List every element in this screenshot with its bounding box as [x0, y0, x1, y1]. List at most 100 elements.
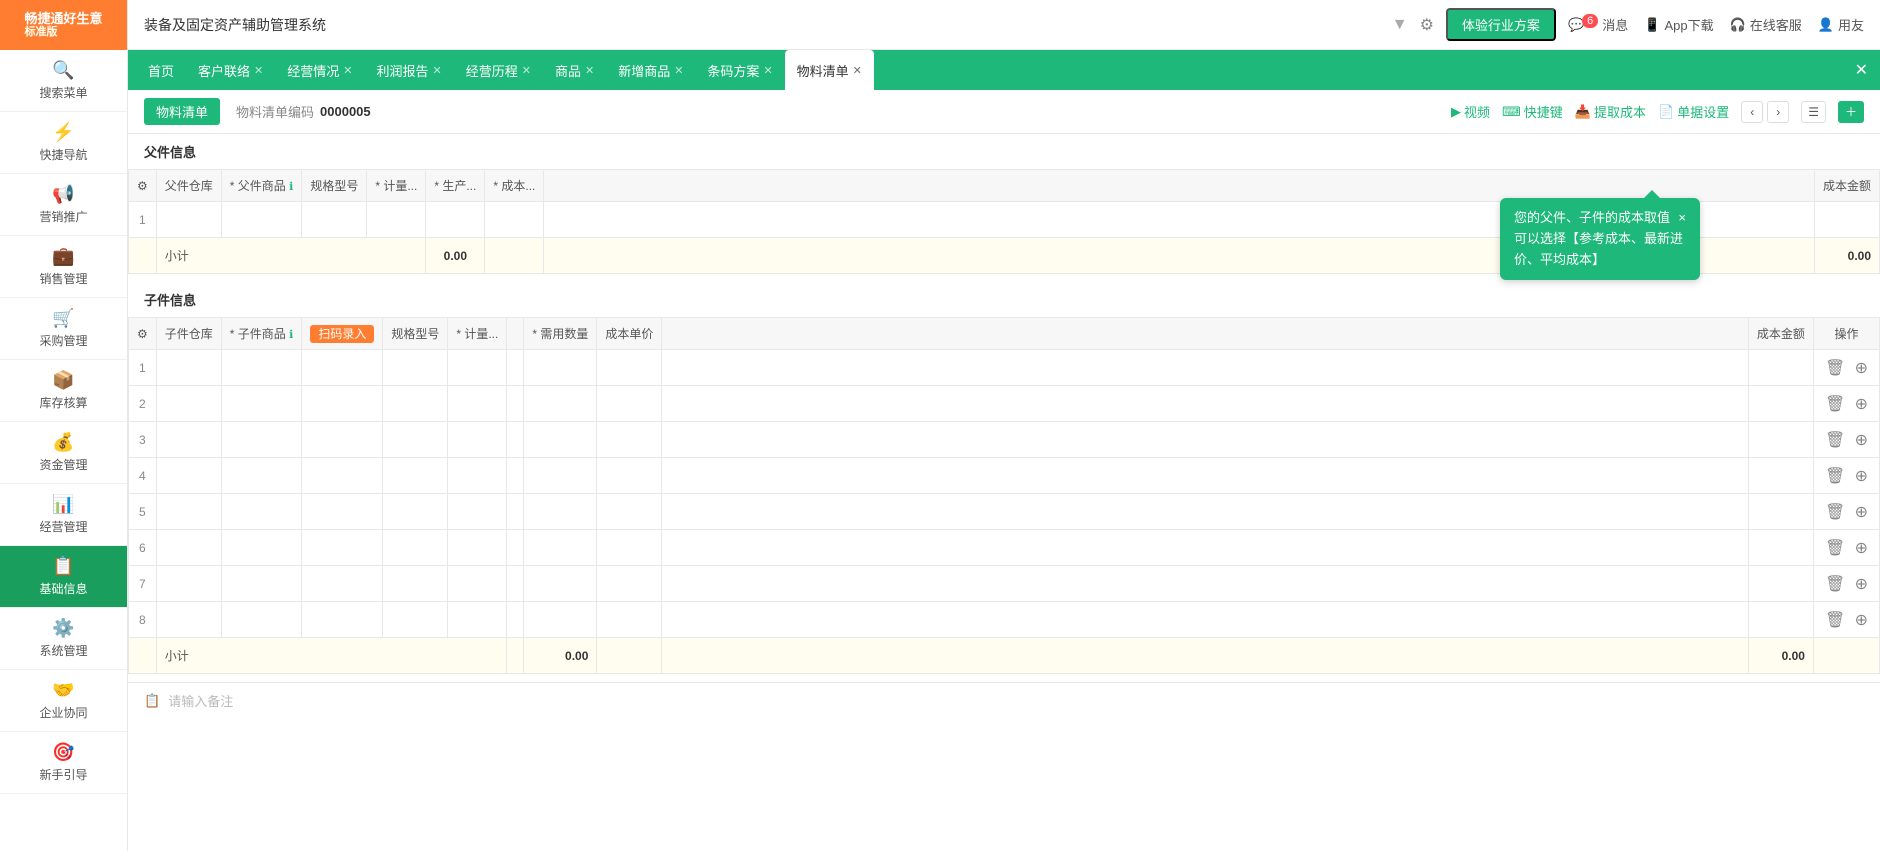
child-spec-cell[interactable] — [383, 422, 448, 458]
child-product-cell[interactable] — [221, 422, 302, 458]
child-unit-price-cell[interactable] — [597, 458, 662, 494]
tab-goods[interactable]: 商品 ✕ — [543, 50, 606, 90]
child-warehouse-cell[interactable] — [156, 386, 221, 422]
tab-history[interactable]: 经营历程 ✕ — [454, 50, 543, 90]
child-product-cell[interactable] — [221, 530, 302, 566]
copy-icon[interactable]: ⊕ — [1852, 468, 1871, 485]
child-warehouse-cell[interactable] — [156, 458, 221, 494]
sidebar-item-guide[interactable]: 🎯 新手引导 — [0, 732, 127, 794]
sidebar-item-sales[interactable]: 💼 销售管理 — [0, 236, 127, 298]
sidebar-item-collab[interactable]: 🤝 企业协同 — [0, 670, 127, 732]
child-warehouse-cell[interactable] — [156, 494, 221, 530]
delete-icon[interactable]: 🗑 — [1822, 540, 1848, 557]
note-hint[interactable]: 请输入备注 — [168, 691, 233, 710]
child-qty-cell[interactable] — [524, 458, 597, 494]
sidebar-item-basics[interactable]: 📋 基础信息 — [0, 546, 127, 608]
close-icon[interactable]: ✕ — [343, 64, 352, 77]
copy-icon[interactable]: ⊕ — [1852, 576, 1871, 593]
child-unit-price-cell[interactable] — [597, 530, 662, 566]
child-product-cell[interactable] — [221, 458, 302, 494]
single-setting-action[interactable]: 📄 单据设置 — [1658, 102, 1729, 121]
scan-btn[interactable]: 扫码录入 — [310, 325, 374, 343]
copy-icon[interactable]: ⊕ — [1852, 360, 1871, 377]
child-qty-cell[interactable] — [524, 386, 597, 422]
gear-icon[interactable]: ⚙ — [1420, 15, 1434, 35]
close-icon[interactable]: ✕ — [674, 64, 683, 77]
next-arrow[interactable]: › — [1767, 101, 1789, 123]
child-qty-cell[interactable] — [524, 602, 597, 638]
sidebar-item-search[interactable]: 🔍 搜索菜单 — [0, 50, 127, 112]
child-unit-cell[interactable] — [448, 422, 507, 458]
sidebar-item-purchase[interactable]: 🛒 采购管理 — [0, 298, 127, 360]
child-unit-price-cell[interactable] — [597, 494, 662, 530]
child-qty-cell[interactable] — [524, 530, 597, 566]
copy-icon[interactable]: ⊕ — [1852, 432, 1871, 449]
copy-icon[interactable]: ⊕ — [1852, 612, 1871, 629]
copy-icon[interactable]: ⊕ — [1852, 396, 1871, 413]
copy-icon[interactable]: ⊕ — [1852, 540, 1871, 557]
child-unit-cell[interactable] — [448, 566, 507, 602]
trial-btn[interactable]: 体验行业方案 — [1446, 8, 1556, 41]
user-item[interactable]: 👤 用友 — [1818, 15, 1864, 34]
child-product-cell[interactable] — [221, 602, 302, 638]
child-spec-cell[interactable] — [383, 386, 448, 422]
child-unit-cell[interactable] — [448, 494, 507, 530]
child-unit-price-cell[interactable] — [597, 350, 662, 386]
delete-icon[interactable]: 🗑 — [1822, 612, 1848, 629]
delete-icon[interactable]: 🗑 — [1822, 396, 1848, 413]
online-service-item[interactable]: 🎧 在线客服 — [1730, 15, 1802, 34]
copy-icon[interactable]: ⊕ — [1852, 504, 1871, 521]
child-qty-cell[interactable] — [524, 422, 597, 458]
tab-customers[interactable]: 客户联络 ✕ — [186, 50, 275, 90]
parent-product-cell[interactable] — [221, 202, 302, 238]
child-unit-price-cell[interactable] — [597, 422, 662, 458]
child-spec-cell[interactable] — [383, 566, 448, 602]
close-icon[interactable]: ✕ — [522, 64, 531, 77]
close-all-tabs-icon[interactable]: ✕ — [1843, 60, 1880, 80]
child-warehouse-cell[interactable] — [156, 350, 221, 386]
close-icon[interactable]: ✕ — [853, 64, 862, 77]
child-unit-price-cell[interactable] — [597, 386, 662, 422]
parent-produce-cell[interactable] — [426, 202, 485, 238]
tab-new-goods[interactable]: 新增商品 ✕ — [606, 50, 695, 90]
child-unit-cell[interactable] — [448, 458, 507, 494]
close-icon[interactable]: ✕ — [254, 64, 263, 77]
child-warehouse-cell[interactable] — [156, 602, 221, 638]
sub-tab-bom-list[interactable]: 物料清单 — [144, 98, 220, 125]
child-spec-cell[interactable] — [383, 350, 448, 386]
delete-icon[interactable]: 🗑 — [1822, 468, 1848, 485]
sidebar-item-quicknav[interactable]: ⚡ 快捷导航 — [0, 112, 127, 174]
delete-icon[interactable]: 🗑 — [1822, 432, 1848, 449]
child-unit-price-cell[interactable] — [597, 602, 662, 638]
child-qty-cell[interactable] — [524, 350, 597, 386]
delete-icon[interactable]: 🗑 — [1822, 576, 1848, 593]
sidebar-item-finance[interactable]: 💰 资金管理 — [0, 422, 127, 484]
child-qty-cell[interactable] — [524, 566, 597, 602]
child-unit-cell[interactable] — [448, 602, 507, 638]
grid-view-icon[interactable]: ☰ — [1801, 101, 1826, 123]
child-spec-cell[interactable] — [383, 530, 448, 566]
tab-barcode[interactable]: 条码方案 ✕ — [695, 50, 784, 90]
close-icon[interactable]: ✕ — [433, 64, 442, 77]
child-qty-cell[interactable] — [524, 494, 597, 530]
tab-profit[interactable]: 利润报告 ✕ — [364, 50, 453, 90]
extract-cost-action[interactable]: 📥 提取成本 — [1575, 102, 1646, 121]
child-unit-price-cell[interactable] — [597, 566, 662, 602]
message-item[interactable]: 💬 6 消息 — [1568, 15, 1628, 34]
sidebar-item-marketing[interactable]: 📢 营销推广 — [0, 174, 127, 236]
child-warehouse-cell[interactable] — [156, 422, 221, 458]
child-product-cell[interactable] — [221, 386, 302, 422]
child-product-cell[interactable] — [221, 494, 302, 530]
add-row-icon[interactable]: ＋ — [1838, 101, 1864, 123]
child-product-cell[interactable] — [221, 350, 302, 386]
tab-bom[interactable]: 物料清单 ✕ — [785, 50, 874, 90]
child-spec-cell[interactable] — [383, 602, 448, 638]
parent-cost-cell[interactable] — [485, 202, 544, 238]
delete-icon[interactable]: 🗑 — [1822, 360, 1848, 377]
prev-arrow[interactable]: ‹ — [1741, 101, 1763, 123]
app-download-item[interactable]: 📱 App下载 — [1644, 15, 1713, 34]
view-action[interactable]: ▶ 视频 — [1451, 102, 1490, 121]
child-spec-cell[interactable] — [383, 458, 448, 494]
sidebar-item-system[interactable]: ⚙️ 系统管理 — [0, 608, 127, 670]
shortcut-action[interactable]: ⌨ 快捷键 — [1502, 102, 1563, 121]
